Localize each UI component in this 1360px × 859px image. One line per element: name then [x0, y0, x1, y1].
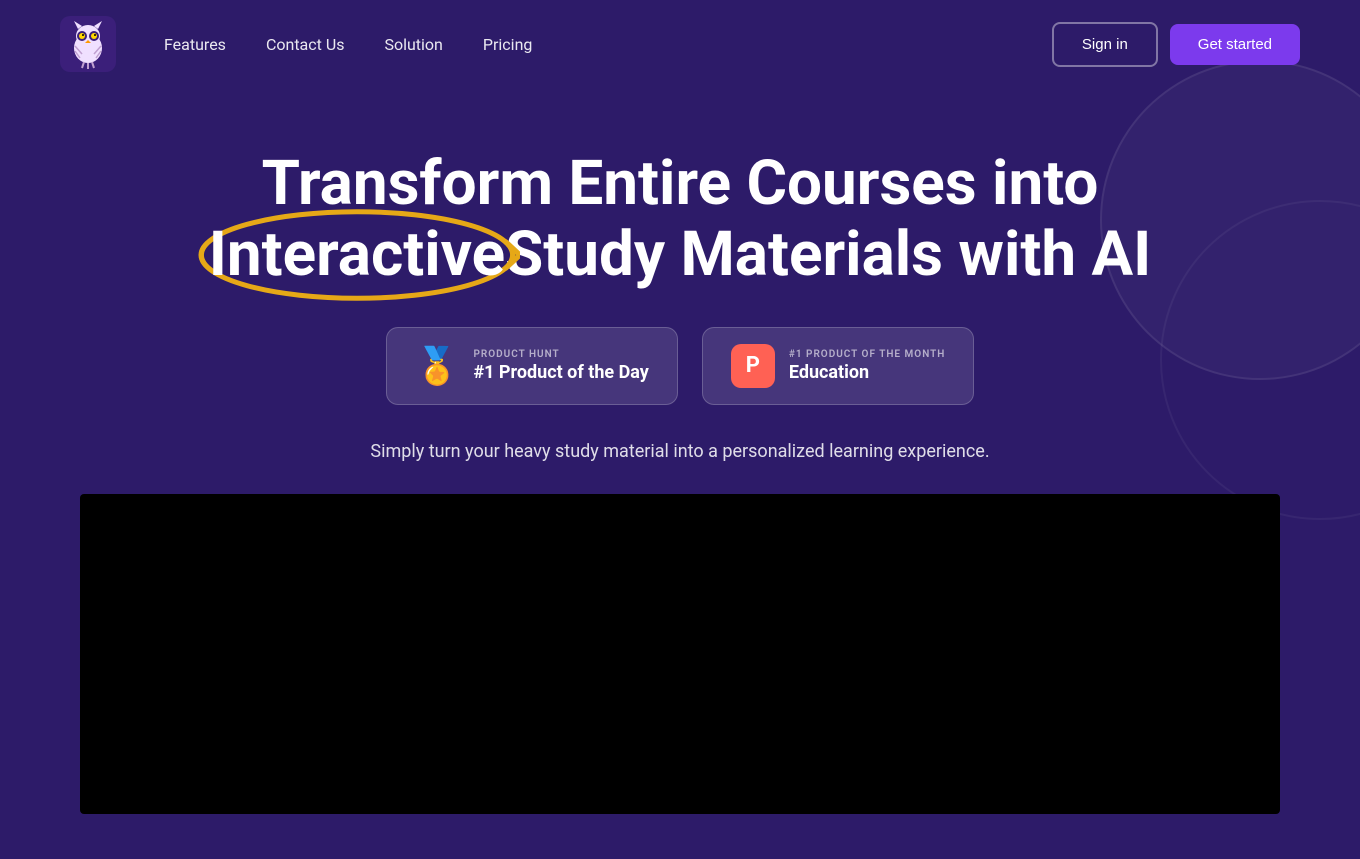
nav-right: Sign in Get started	[1052, 22, 1300, 67]
hero-title-line2: Interactive Study Materials with AI	[20, 219, 1340, 290]
interactive-word: Interactive	[209, 219, 505, 290]
badge-product-hunt: 🏅 PRODUCT HUNT #1 Product of the Day	[386, 327, 678, 405]
interactive-word-text: Interactive	[209, 218, 505, 291]
get-started-button[interactable]: Get started	[1170, 24, 1300, 65]
hero-section: Transform Entire Courses into Interactiv…	[0, 88, 1360, 854]
navbar: Features Contact Us Solution Pricing Sig…	[0, 0, 1360, 88]
nav-item-features[interactable]: Features	[164, 35, 226, 54]
ribbon-icon: 🏅	[415, 345, 460, 387]
badge-hunt-text: PRODUCT HUNT #1 Product of the Day	[473, 349, 648, 383]
nav-links: Features Contact Us Solution Pricing	[164, 35, 532, 54]
badge-product-month: P #1 PRODUCT OF THE MONTH Education	[702, 327, 975, 405]
logo[interactable]	[60, 16, 116, 72]
nav-link-pricing[interactable]: Pricing	[483, 35, 533, 54]
nav-link-features[interactable]: Features	[164, 35, 226, 54]
product-month-icon: P	[731, 344, 775, 388]
nav-item-pricing[interactable]: Pricing	[483, 35, 533, 54]
video-container[interactable]	[80, 494, 1280, 814]
logo-icon	[60, 16, 116, 72]
badge-hunt-value: #1 Product of the Day	[473, 362, 648, 383]
nav-item-solution[interactable]: Solution	[384, 35, 442, 54]
badge-month-label: #1 PRODUCT OF THE MONTH	[789, 349, 946, 360]
hero-title-rest: Study Materials with AI	[505, 219, 1151, 290]
nav-left: Features Contact Us Solution Pricing	[60, 16, 532, 72]
badge-month-text: #1 PRODUCT OF THE MONTH Education	[789, 349, 946, 383]
signin-button[interactable]: Sign in	[1052, 22, 1158, 67]
nav-link-contact[interactable]: Contact Us	[266, 35, 345, 54]
badge-month-value: Education	[789, 362, 946, 383]
hero-title: Transform Entire Courses into Interactiv…	[20, 148, 1340, 291]
badges-row: 🏅 PRODUCT HUNT #1 Product of the Day P #…	[280, 327, 1080, 405]
nav-item-contact[interactable]: Contact Us	[266, 35, 345, 54]
hero-subtitle: Simply turn your heavy study material in…	[20, 441, 1340, 462]
nav-link-solution[interactable]: Solution	[384, 35, 442, 54]
badge-hunt-label: PRODUCT HUNT	[473, 349, 648, 360]
